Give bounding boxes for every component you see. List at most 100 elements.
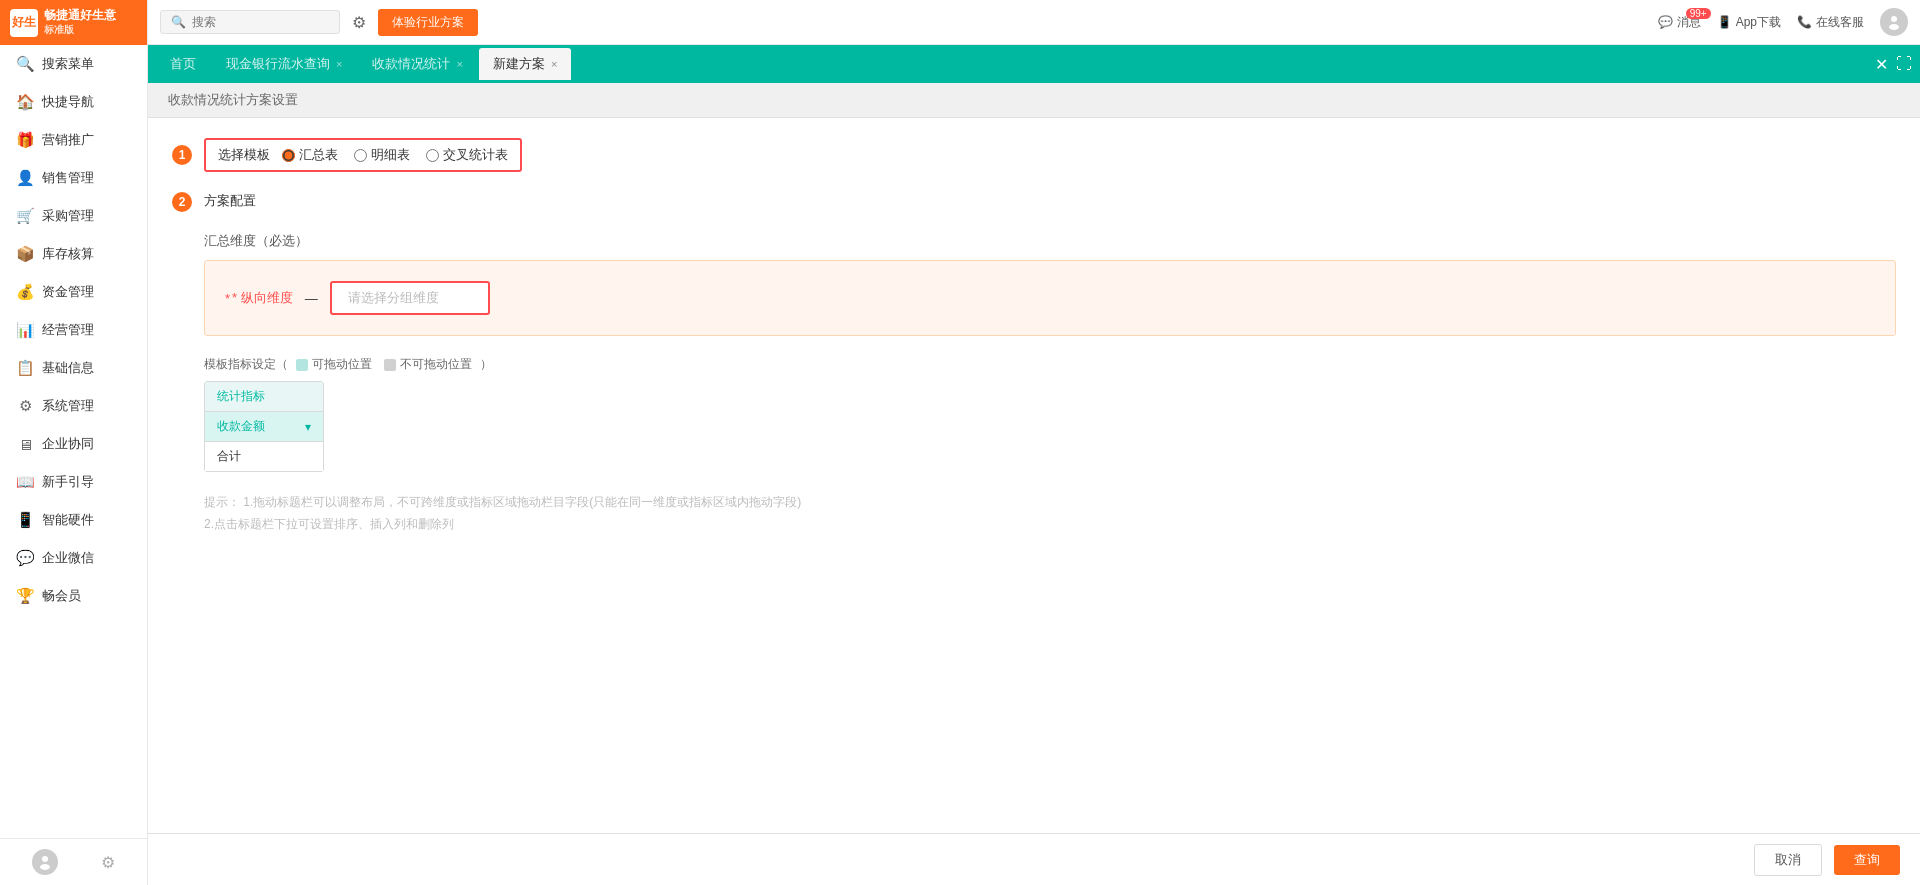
sidebar-label-search-menu: 搜索菜单 xyxy=(42,55,94,73)
svg-point-0 xyxy=(42,856,48,862)
content-area: 收款情况统计方案设置 1 选择模板 汇总表 明细表 xyxy=(148,83,1920,833)
tab-bank-flow-close[interactable]: × xyxy=(336,58,342,70)
indicator-table-header: 统计指标 xyxy=(205,382,323,412)
search-box[interactable]: 🔍 xyxy=(160,10,340,34)
settings-gear-icon[interactable]: ⚙ xyxy=(352,13,366,32)
sidebar-item-finance[interactable]: 💰 资金管理 xyxy=(0,273,147,311)
logo-icon: 好生 xyxy=(10,9,38,37)
user-avatar[interactable] xyxy=(32,849,58,875)
app-version: 标准版 xyxy=(44,23,116,37)
sidebar-item-newbie[interactable]: 📖 新手引导 xyxy=(0,463,147,501)
page-breadcrumb: 收款情况统计方案设置 xyxy=(148,83,1920,118)
dimension-title: 汇总维度（必选） xyxy=(204,232,1896,250)
indicator-column-header[interactable]: 收款金额 ▾ xyxy=(205,412,323,442)
sidebar-label-basic-info: 基础信息 xyxy=(42,359,94,377)
sidebar-item-enterprise[interactable]: 🖥 企业协同 xyxy=(0,425,147,463)
sidebar-item-sales[interactable]: 👤 销售管理 xyxy=(0,159,147,197)
marketing-icon: 🎁 xyxy=(16,131,34,149)
download-label: App下载 xyxy=(1736,14,1781,31)
support-icon: 📞 xyxy=(1797,15,1812,29)
sidebar-item-member[interactable]: 🏆 畅会员 xyxy=(0,577,147,615)
step1-label: 选择模板 xyxy=(218,146,270,164)
indicator-title: 模板指标设定（ xyxy=(204,356,288,373)
indicator-row-total: 合计 xyxy=(205,442,323,471)
sidebar-settings-icon[interactable]: ⚙ xyxy=(101,853,115,872)
sidebar-item-operation[interactable]: 📊 经营管理 xyxy=(0,311,147,349)
column-dropdown-icon[interactable]: ▾ xyxy=(305,420,311,434)
tab-new-plan[interactable]: 新建方案 × xyxy=(479,48,571,80)
topbar-user-avatar[interactable] xyxy=(1880,8,1908,36)
radio-summary-input[interactable] xyxy=(282,149,295,162)
tab-collection-stat-close[interactable]: × xyxy=(456,58,462,70)
nav-tabs-controls: ✕ ⛶ xyxy=(1875,55,1912,74)
download-btn[interactable]: 📱 App下载 xyxy=(1717,14,1781,31)
tab-home[interactable]: 首页 xyxy=(156,48,210,80)
sidebar-item-quick-nav[interactable]: 🏠 快捷导航 xyxy=(0,83,147,121)
indicator-close-paren: ） xyxy=(480,356,492,373)
radio-cross[interactable]: 交叉统计表 xyxy=(426,146,508,164)
tab-bank-flow[interactable]: 现金银行流水查询 × xyxy=(212,48,356,80)
main-area: 🔍 ⚙ 体验行业方案 💬 消息 99+ 📱 App下载 📞 在线客服 xyxy=(148,0,1920,885)
sidebar-item-search-menu[interactable]: 🔍 搜索菜单 xyxy=(0,45,147,83)
sidebar-label-purchase: 采购管理 xyxy=(42,207,94,225)
enterprise-icon: 🖥 xyxy=(16,436,34,453)
sidebar-item-purchase[interactable]: 🛒 采购管理 xyxy=(0,197,147,235)
support-btn[interactable]: 📞 在线客服 xyxy=(1797,14,1864,31)
radio-detail-input[interactable] xyxy=(354,149,367,162)
step1-num: 1 xyxy=(172,145,192,165)
nav-tabs: 首页 现金银行流水查询 × 收款情况统计 × 新建方案 × ✕ ⛶ xyxy=(148,45,1920,83)
sidebar-label-finance: 资金管理 xyxy=(42,283,94,301)
dim-arrow: — xyxy=(305,291,318,306)
page-body: 1 选择模板 汇总表 明细表 交叉统 xyxy=(148,118,1920,833)
hint-section: 提示： 1.拖动标题栏可以调整布局，不可跨维度或指标区域拖动栏目字段(只能在同一… xyxy=(204,492,1896,535)
sidebar-label-operation: 经营管理 xyxy=(42,321,94,339)
sidebar-label-sales: 销售管理 xyxy=(42,169,94,187)
template-selection-box: 选择模板 汇总表 明细表 交叉统计表 xyxy=(204,138,522,172)
radio-detail[interactable]: 明细表 xyxy=(354,146,410,164)
query-button[interactable]: 查询 xyxy=(1834,845,1900,875)
support-label: 在线客服 xyxy=(1816,14,1864,31)
step2-row: 2 方案配置 xyxy=(172,192,1896,212)
sidebar-item-inventory[interactable]: 📦 库存核算 xyxy=(0,235,147,273)
nav-expand-icon[interactable]: ⛶ xyxy=(1896,55,1912,73)
draggable-dot xyxy=(296,359,308,371)
download-icon: 📱 xyxy=(1717,15,1732,29)
dimension-select[interactable]: 请选择分组维度 xyxy=(330,281,490,315)
inventory-icon: 📦 xyxy=(16,245,34,263)
template-radio-group: 汇总表 明细表 交叉统计表 xyxy=(282,146,508,164)
dimension-placeholder: 请选择分组维度 xyxy=(348,290,439,305)
sidebar-logo: 好生 畅捷通好生意 标准版 xyxy=(0,0,147,45)
radio-detail-label: 明细表 xyxy=(371,146,410,164)
search-menu-icon: 🔍 xyxy=(16,55,34,73)
newbie-icon: 📖 xyxy=(16,473,34,491)
action-bar: 取消 查询 xyxy=(148,833,1920,885)
sidebar-item-marketing[interactable]: 🎁 营销推广 xyxy=(0,121,147,159)
member-icon: 🏆 xyxy=(16,587,34,605)
cancel-button[interactable]: 取消 xyxy=(1754,844,1822,876)
radio-summary[interactable]: 汇总表 xyxy=(282,146,338,164)
radio-cross-input[interactable] xyxy=(426,149,439,162)
topbar-search-input[interactable] xyxy=(192,15,332,29)
tab-home-label: 首页 xyxy=(170,55,196,73)
sidebar-label-member: 畅会员 xyxy=(42,587,81,605)
topbar-search-icon: 🔍 xyxy=(171,15,186,29)
sidebar-item-system[interactable]: ⚙ 系统管理 xyxy=(0,387,147,425)
nav-close-icon[interactable]: ✕ xyxy=(1875,55,1888,74)
sidebar-item-basic-info[interactable]: 📋 基础信息 xyxy=(0,349,147,387)
tab-collection-stat[interactable]: 收款情况统计 × xyxy=(358,48,476,80)
hardware-icon: 📱 xyxy=(16,511,34,529)
dimension-area: * * 纵向维度 — 请选择分组维度 xyxy=(204,260,1896,336)
sidebar-label-newbie: 新手引导 xyxy=(42,473,94,491)
sidebar-item-wechat[interactable]: 💬 企业微信 xyxy=(0,539,147,577)
tab-new-plan-close[interactable]: × xyxy=(551,58,557,70)
indicator-column-label: 收款金额 xyxy=(217,418,265,435)
system-icon: ⚙ xyxy=(16,397,34,415)
app-name: 畅捷通好生意 xyxy=(44,8,116,22)
trial-btn[interactable]: 体验行业方案 xyxy=(378,9,478,36)
indicator-section: 模板指标设定（ 可拖动位置 不可拖动位置 ） xyxy=(204,356,1896,472)
radio-summary-label: 汇总表 xyxy=(299,146,338,164)
notification-btn[interactable]: 💬 消息 99+ xyxy=(1658,14,1701,31)
tab-new-plan-label: 新建方案 xyxy=(493,55,545,73)
hint-text-1: 提示： 1.拖动标题栏可以调整布局，不可跨维度或指标区域拖动栏目字段(只能在同一… xyxy=(204,492,1896,514)
sidebar-item-hardware[interactable]: 📱 智能硬件 xyxy=(0,501,147,539)
